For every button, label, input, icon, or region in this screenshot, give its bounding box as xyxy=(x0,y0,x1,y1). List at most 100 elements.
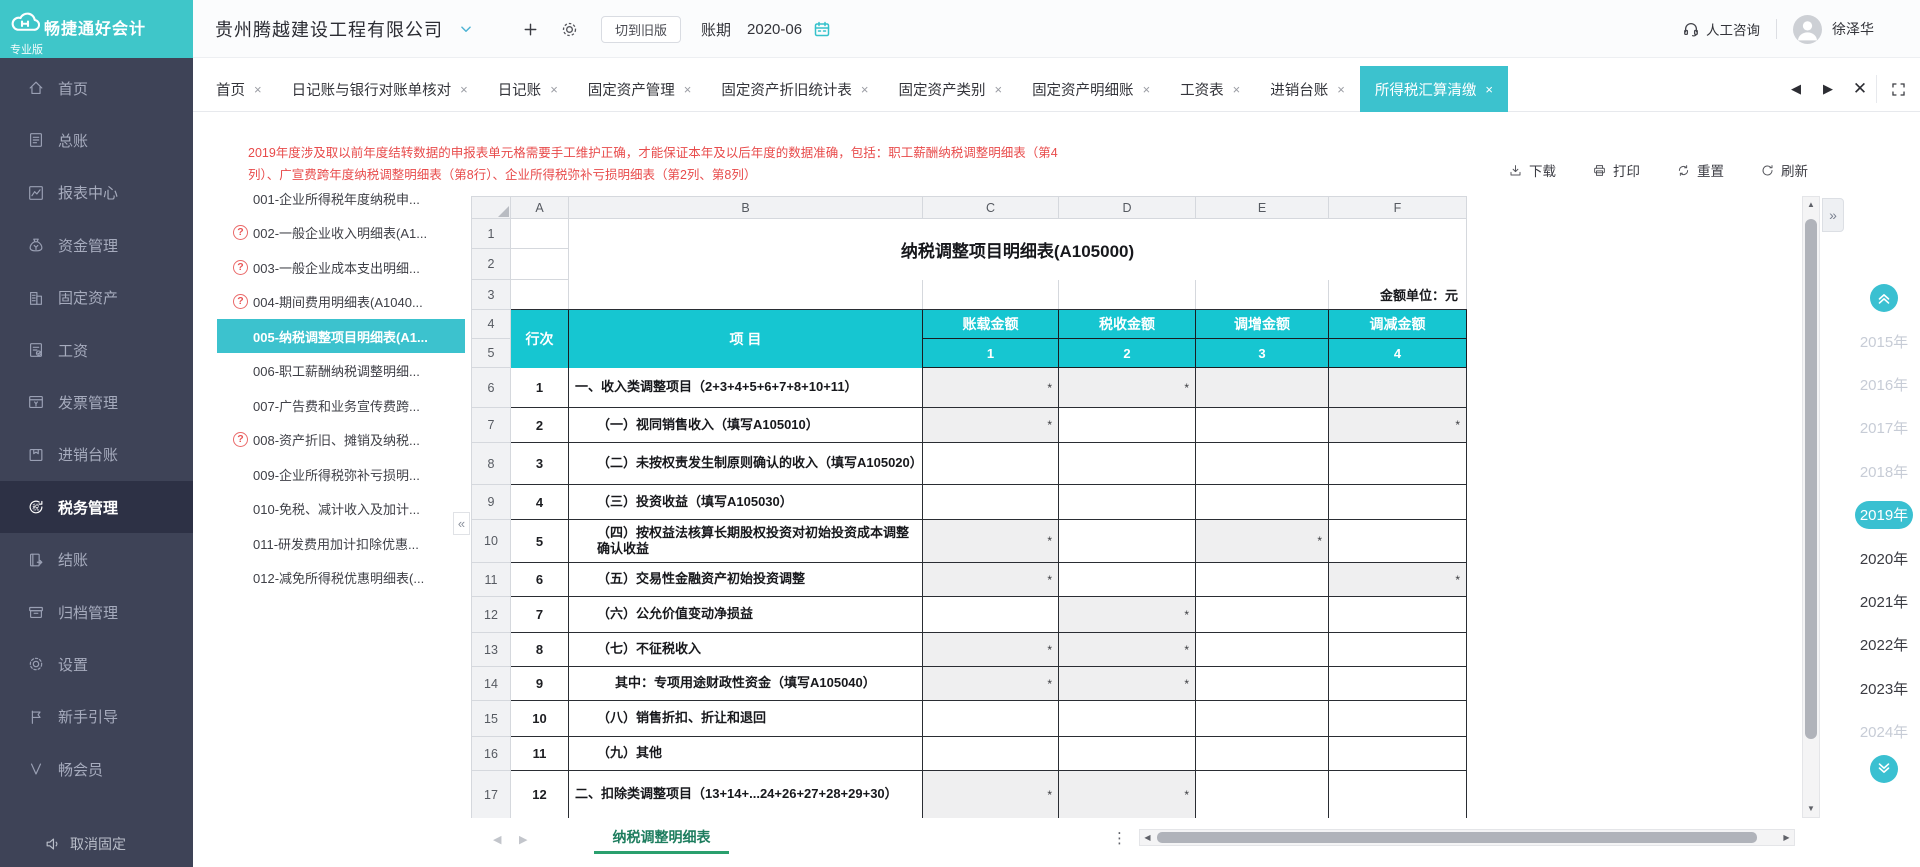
column-header-F[interactable]: F xyxy=(1329,197,1467,219)
xh-cell[interactable]: 5 xyxy=(511,520,569,563)
column-header-D[interactable]: D xyxy=(1059,197,1196,219)
item-cell[interactable]: 二、扣除类调整项目（13+14+...24+26+27+28+29+30） xyxy=(569,771,923,818)
report-list-item[interactable]: 006-职工薪酬纳税调整明细... xyxy=(193,354,471,388)
year-item-2017年[interactable]: 2017年 xyxy=(1848,416,1920,440)
sidebar-item-报表中心[interactable]: 报表中心 xyxy=(0,167,193,219)
avatar[interactable] xyxy=(1793,14,1822,44)
row-number[interactable]: 3 xyxy=(472,280,511,310)
empty-cell[interactable] xyxy=(1196,280,1329,310)
amount-cell[interactable] xyxy=(1196,667,1329,701)
report-list-item[interactable]: ? 004-期间费用明细表(A1040... xyxy=(193,285,471,319)
report-list-item[interactable]: ? 002-一般企业收入明细表(A1... xyxy=(193,216,471,250)
grid-corner-cell[interactable] xyxy=(472,197,511,219)
item-cell[interactable]: 一、收入类调整项目（2+3+4+5+6+7+8+10+11） xyxy=(569,368,923,408)
toolbar-打印-button[interactable]: 打印 xyxy=(1592,160,1640,180)
sidebar-item-资金管理[interactable]: 资金管理 xyxy=(0,219,193,271)
amount-cell[interactable] xyxy=(1059,485,1196,520)
amount-cell[interactable] xyxy=(1196,771,1329,818)
amount-cell[interactable] xyxy=(1059,443,1196,485)
year-item-2016年[interactable]: 2016年 xyxy=(1848,372,1920,396)
row-number[interactable]: 15 xyxy=(472,701,511,737)
amount-cell[interactable] xyxy=(1196,563,1329,597)
xh-cell[interactable]: 12 xyxy=(511,771,569,818)
amount-cell[interactable] xyxy=(1196,737,1329,771)
sidebar-item-设置[interactable]: 设置 xyxy=(0,638,193,690)
item-cell[interactable]: （二）未按权责发生制原则确认的收入（填写A105020） xyxy=(569,443,923,485)
xh-cell[interactable]: 3 xyxy=(511,443,569,485)
amount-cell[interactable]: * xyxy=(923,771,1059,818)
column-header-E[interactable]: E xyxy=(1196,197,1329,219)
row-number[interactable]: 5 xyxy=(472,339,511,368)
scroll-tabs-right-button[interactable]: ▶ xyxy=(1812,81,1844,97)
item-cell[interactable]: （九）其他 xyxy=(569,737,923,771)
amount-cell[interactable]: * xyxy=(923,633,1059,667)
tab-工资表[interactable]: 工资表 × xyxy=(1165,66,1255,112)
amount-cell[interactable] xyxy=(1196,633,1329,667)
year-item-2020年[interactable]: 2020年 xyxy=(1848,546,1920,570)
tab-首页[interactable]: 首页 × xyxy=(201,66,277,112)
row-number[interactable]: 10 xyxy=(472,520,511,563)
amount-cell[interactable] xyxy=(1329,633,1467,667)
amount-cell[interactable] xyxy=(1329,701,1467,737)
company-selector[interactable]: 贵州腾越建设工程有限公司 xyxy=(215,16,443,42)
tab-close-icon[interactable]: × xyxy=(684,82,692,97)
question-icon[interactable]: ? xyxy=(233,432,248,447)
xh-cell[interactable]: 4 xyxy=(511,485,569,520)
username[interactable]: 徐泽华 xyxy=(1832,19,1874,39)
scroll-down-arrow[interactable]: ▼ xyxy=(1803,801,1819,817)
empty-cell[interactable] xyxy=(511,249,569,280)
tab-进销台账[interactable]: 进销台账 × xyxy=(1255,66,1360,112)
amount-cell[interactable] xyxy=(1329,443,1467,485)
row-number[interactable]: 6 xyxy=(472,368,511,408)
year-item-2021年[interactable]: 2021年 xyxy=(1848,589,1920,613)
report-list-item[interactable]: 010-免税、减计收入及加计... xyxy=(193,492,471,526)
row-number[interactable]: 9 xyxy=(472,485,511,520)
item-cell[interactable]: 其中：专项用途财政性资金（填写A105040） xyxy=(569,667,923,701)
amount-cell[interactable]: * xyxy=(1059,368,1196,408)
amount-cell[interactable] xyxy=(1196,408,1329,443)
year-item-2018年[interactable]: 2018年 xyxy=(1848,459,1920,483)
horizontal-scrollbar[interactable]: ◀ ▶ xyxy=(1139,829,1795,846)
amount-cell[interactable]: * xyxy=(1059,667,1196,701)
toolbar-下载-button[interactable]: 下载 xyxy=(1508,160,1556,180)
toolbar-重置-button[interactable]: 重置 xyxy=(1676,160,1724,180)
sidebar-item-发票管理[interactable]: 发票管理 xyxy=(0,376,193,428)
tab-close-icon[interactable]: × xyxy=(550,82,558,97)
row-number[interactable]: 13 xyxy=(472,633,511,667)
sidebar-item-首页[interactable]: 首页 xyxy=(0,62,193,114)
chevron-down-icon[interactable] xyxy=(457,20,475,38)
amount-cell[interactable] xyxy=(1196,485,1329,520)
collapse-year-panel-button[interactable]: » xyxy=(1822,198,1844,232)
row-number[interactable]: 12 xyxy=(472,597,511,633)
sidebar-item-税务管理[interactable]: 税 税务管理 xyxy=(0,481,193,534)
report-list-item[interactable]: ? 008-资产折旧、摊销及纳税... xyxy=(193,423,471,457)
gear-icon[interactable] xyxy=(560,20,579,39)
amount-cell[interactable] xyxy=(1059,737,1196,771)
column-header-B[interactable]: B xyxy=(569,197,923,219)
sheet-title-cell[interactable]: 纳税调整项目明细表(A105000) xyxy=(569,219,1467,281)
tab-close-icon[interactable]: × xyxy=(254,82,262,97)
amount-cell[interactable] xyxy=(923,737,1059,771)
empty-cell[interactable] xyxy=(1059,280,1196,310)
amount-cell[interactable] xyxy=(1196,368,1329,408)
amount-cell[interactable]: * xyxy=(1196,520,1329,563)
sheet-tab[interactable]: 纳税调整明细表 xyxy=(594,823,729,854)
switch-old-version-button[interactable]: 切到旧版 xyxy=(601,15,682,43)
amount-cell[interactable]: * xyxy=(923,563,1059,597)
year-item-2019年[interactable]: 2019年 xyxy=(1848,500,1920,529)
amount-cell[interactable] xyxy=(923,485,1059,520)
tab-固定资产折旧统计表[interactable]: 固定资产折旧统计表 × xyxy=(706,66,883,112)
sidebar-item-工资[interactable]: 工资 xyxy=(0,324,193,376)
amount-cell[interactable] xyxy=(1329,771,1467,818)
amount-cell[interactable] xyxy=(1329,737,1467,771)
tab-日记账[interactable]: 日记账 × xyxy=(483,66,573,112)
question-icon[interactable]: ? xyxy=(233,259,248,275)
item-cell[interactable]: （一）视同销售收入（填写A105010） xyxy=(569,408,923,443)
tab-close-icon[interactable]: × xyxy=(1143,82,1151,97)
row-number[interactable]: 4 xyxy=(472,310,511,339)
scroll-up-arrow[interactable]: ▲ xyxy=(1803,197,1819,213)
empty-cell[interactable] xyxy=(511,219,569,249)
sidebar-item-进销台账[interactable]: 进销台账 xyxy=(0,429,193,481)
year-item-2015年[interactable]: 2015年 xyxy=(1848,329,1920,353)
empty-cell[interactable] xyxy=(511,280,569,310)
